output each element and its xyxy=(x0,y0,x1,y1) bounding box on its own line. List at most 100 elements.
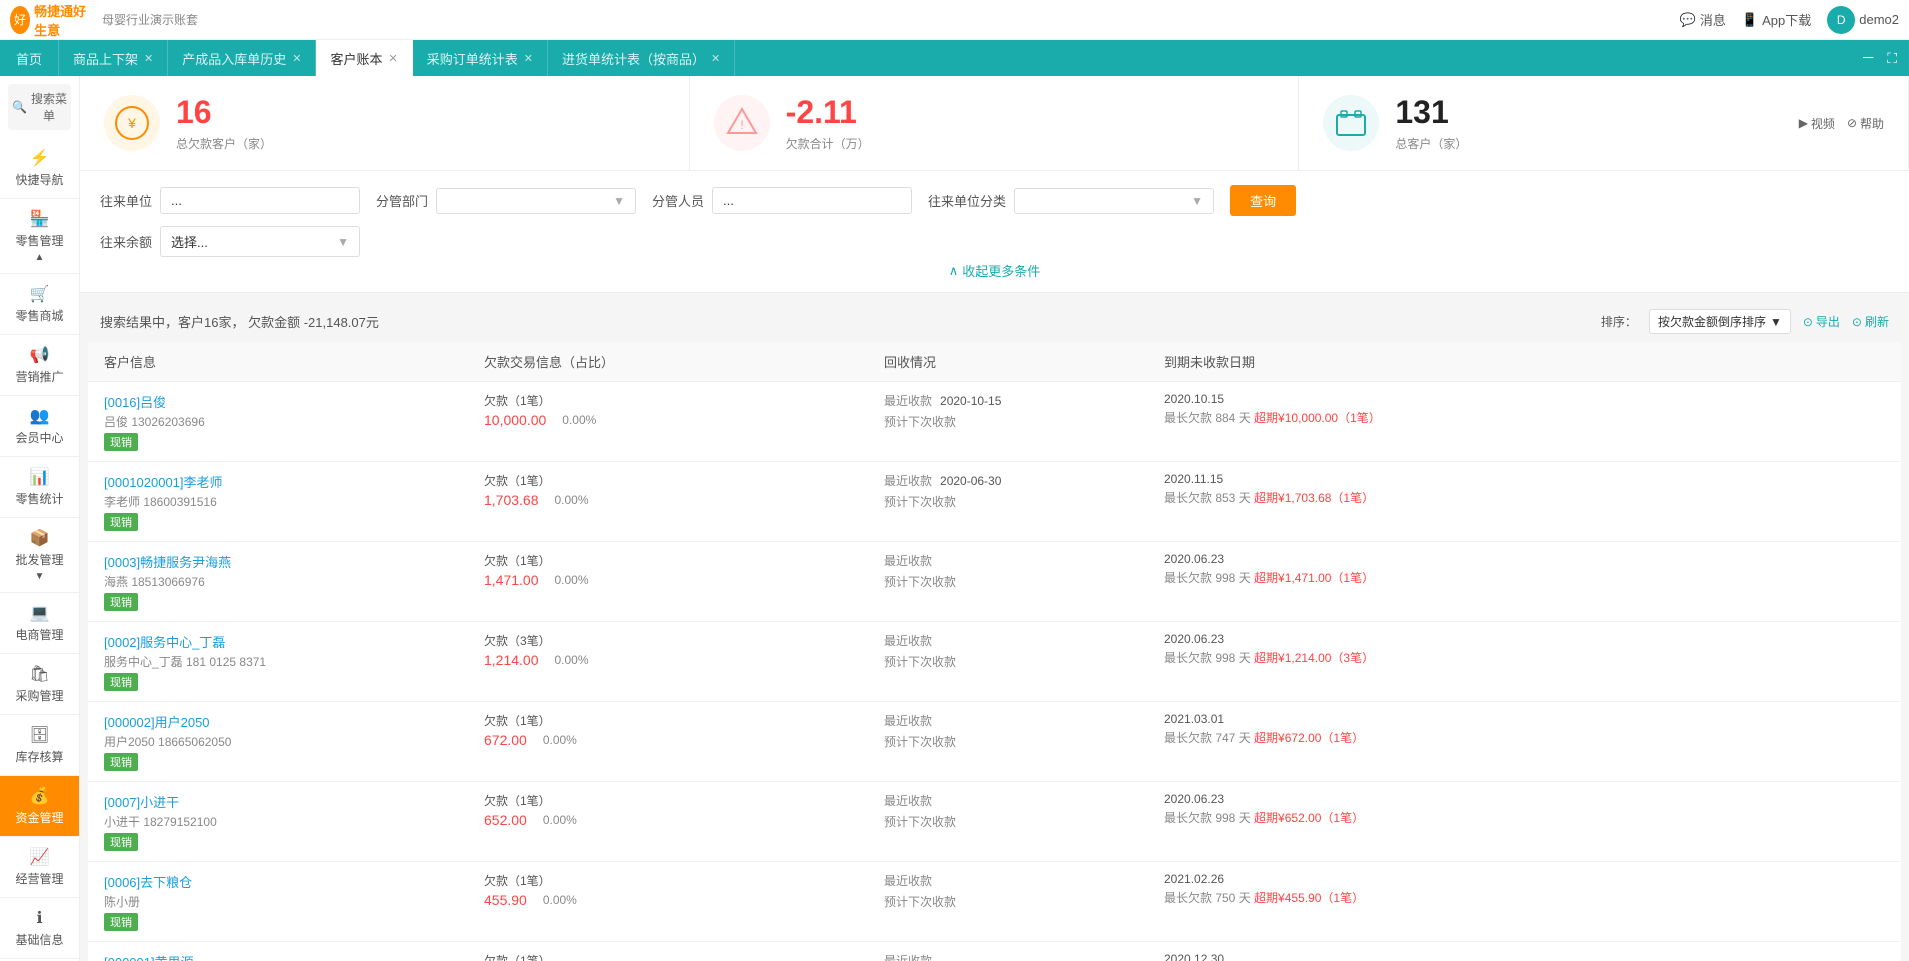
tabs-minimize[interactable]: － xyxy=(1857,46,1879,70)
stat-icon-total-customers xyxy=(1323,95,1379,151)
overdue-link-1[interactable]: 超期¥10,000.00（1笔） xyxy=(1254,411,1381,425)
filter-person-dots: ... xyxy=(723,193,734,208)
customer-phone-2: 李老师 18600391516 xyxy=(104,493,484,510)
retail-mgmt-arrow: ▲ xyxy=(35,252,45,263)
sidebar-item-purchase[interactable]: 🛍 采购管理 xyxy=(0,654,79,715)
filter-select-category[interactable]: ▼ xyxy=(1014,188,1214,214)
sidebar-item-retail-mall[interactable]: 🛒 零售商城 xyxy=(0,274,79,335)
tab-production-close[interactable]: ✕ xyxy=(292,52,301,65)
filter-input-unit[interactable]: ... xyxy=(160,187,360,214)
due-date-5: 2021.03.01 xyxy=(1164,712,1885,726)
filter-item-person: 分管人员 ... xyxy=(652,187,912,214)
main-layout: 🔍 搜索菜单 ⚡ 快捷导航 🏪 零售管理 ▲ 🛒 零售商城 📢 营销推广 xyxy=(0,76,1909,961)
filter-input-person[interactable]: ... xyxy=(712,187,912,214)
debt-amount-7: 455.90 xyxy=(484,892,527,908)
customer-phone-4: 服务中心_丁磊 181 0125 8371 xyxy=(104,653,484,670)
recovery-8: 最近收款 预计下次收款 xyxy=(884,952,1164,961)
due-6: 2020.06.23 最长欠款 998 天 超期¥652.00（1笔） xyxy=(1164,792,1885,826)
app-download-btn[interactable]: 📱 App下载 xyxy=(1742,10,1811,29)
sidebar-item-marketing[interactable]: 📢 营销推广 xyxy=(0,335,79,396)
tab-products[interactable]: 商品上下架 ✕ xyxy=(59,40,168,76)
tab-purchase-stats-close[interactable]: ✕ xyxy=(711,52,720,65)
tab-production[interactable]: 产成品入库单历史 ✕ xyxy=(168,40,316,76)
operations-icon: 📈 xyxy=(30,847,50,867)
sidebar-item-ecommerce[interactable]: 💻 电商管理 xyxy=(0,593,79,654)
customer-name-8[interactable]: [000001]黄思源 xyxy=(104,952,484,961)
sort-select[interactable]: 按欠款金额倒序排序 ▼ xyxy=(1649,309,1791,334)
overdue-link-6[interactable]: 超期¥652.00（1笔） xyxy=(1254,811,1364,825)
tab-purchase-order-close[interactable]: ✕ xyxy=(524,52,533,65)
overdue-info-6: 最长欠款 998 天 超期¥652.00（1笔） xyxy=(1164,809,1885,826)
table-row: [0006]去下粮仓 陈小册 现销 欠款（1笔） 455.90 0.00% xyxy=(88,862,1901,942)
top-bar: 好 畅捷通好生意 母婴行业演示账套 💬 消息 📱 App下载 D demo2 xyxy=(0,0,1909,40)
search-button[interactable]: 查询 xyxy=(1230,185,1296,216)
customer-name-7[interactable]: [0006]去下粮仓 xyxy=(104,872,484,891)
tabs-maximize[interactable]: ⛶ xyxy=(1883,48,1901,69)
filter-area: 往来单位 ... 分管部门 ▼ 分管人员 xyxy=(80,171,1909,293)
table-row-3: [0003]畅捷服务尹海燕 海燕 18513066976 现销 欠款（1笔） 1… xyxy=(88,542,1901,621)
debt-percent-2: 0.00% xyxy=(555,493,589,507)
filter-select-balance[interactable]: 选择... ▼ xyxy=(160,226,360,257)
debt-info-6: 欠款（1笔） 652.00 0.00% xyxy=(484,792,884,828)
th-customer-info: 客户信息 xyxy=(104,352,484,371)
tab-purchase-stats[interactable]: 进货单统计表（按商品） ✕ xyxy=(548,40,735,76)
filter-select-dept[interactable]: ▼ xyxy=(436,188,636,214)
tab-purchase-order[interactable]: 采购订单统计表 ✕ xyxy=(413,40,548,76)
sidebar-item-finance[interactable]: 💰 资金管理 xyxy=(0,776,79,837)
sidebar-item-retail-stats[interactable]: 📊 零售统计 xyxy=(0,457,79,518)
sidebar-item-retail-mgmt[interactable]: 🏪 零售管理 ▲ xyxy=(0,199,79,274)
stat-card3-actions: ▶ 视频 ⊘ 帮助 xyxy=(1799,115,1884,132)
customer-name-6[interactable]: [0007]小进干 xyxy=(104,792,484,811)
debt-row-5: 672.00 0.00% xyxy=(484,732,884,748)
tabs-bar: 首页 商品上下架 ✕ 产成品入库单历史 ✕ 客户账本 ✕ 采购订单统计表 ✕ 进… xyxy=(0,40,1909,76)
sidebar-item-inventory[interactable]: 🗄 库存核算 xyxy=(0,715,79,776)
due-2: 2020.11.15 最长欠款 853 天 超期¥1,703.68（1笔） xyxy=(1164,472,1885,506)
tab-home[interactable]: 首页 xyxy=(0,40,59,76)
customer-name-4[interactable]: [0002]服务中心_丁磊 xyxy=(104,632,484,651)
sidebar-item-marketing-label: 营销推广 xyxy=(15,368,63,385)
customer-name-3[interactable]: [0003]畅捷服务尹海燕 xyxy=(104,552,484,571)
overdue-link-3[interactable]: 超期¥1,471.00（1笔） xyxy=(1254,571,1374,585)
table-row-4: [0002]服务中心_丁磊 服务中心_丁磊 181 0125 8371 现销 欠… xyxy=(88,622,1901,701)
due-3: 2020.06.23 最长欠款 998 天 超期¥1,471.00（1笔） xyxy=(1164,552,1885,586)
tab-production-label: 产成品入库单历史 xyxy=(182,49,286,68)
customer-name-5[interactable]: [000002]用户2050 xyxy=(104,712,484,731)
customer-tag-7: 现销 xyxy=(104,913,138,931)
sidebar-item-basic-info[interactable]: ℹ 基础信息 xyxy=(0,898,79,959)
collapse-btn[interactable]: ∧ 收起更多条件 xyxy=(949,261,1041,280)
content-area: ¥ 16 总欠款客户（家） ! -2.11 欠款合计（万） xyxy=(80,76,1909,961)
filter-separator: ∧ 收起更多条件 xyxy=(100,257,1889,284)
sidebar-search-btn[interactable]: 🔍 搜索菜单 xyxy=(8,84,71,130)
help-btn[interactable]: ⊘ 帮助 xyxy=(1847,115,1884,132)
table-row: [0002]服务中心_丁磊 服务中心_丁磊 181 0125 8371 现销 欠… xyxy=(88,622,1901,702)
overdue-link-4[interactable]: 超期¥1,214.00（3笔） xyxy=(1254,651,1374,665)
overdue-link-2[interactable]: 超期¥1,703.68（1笔） xyxy=(1254,491,1374,505)
sidebar-item-member[interactable]: 👥 会员中心 xyxy=(0,396,79,457)
export-btn[interactable]: ⊙ 导出 xyxy=(1803,313,1840,330)
customer-name-1[interactable]: [0016]吕俊 xyxy=(104,392,484,411)
tab-customer-account[interactable]: 客户账本 ✕ xyxy=(316,40,412,76)
recovery-5: 最近收款 预计下次收款 xyxy=(884,712,1164,750)
table-row-1: [0016]吕俊 吕俊 13026203696 现销 欠款（1笔） 10,000… xyxy=(88,382,1901,461)
customer-phone-6: 小进干 18279152100 xyxy=(104,813,484,830)
sort-value: 按欠款金额倒序排序 xyxy=(1658,313,1766,330)
sidebar-item-operations[interactable]: 📈 经营管理 xyxy=(0,837,79,898)
customer-phone-7: 陈小册 xyxy=(104,893,484,910)
sidebar-search: 🔍 搜索菜单 xyxy=(0,76,79,138)
overdue-days-4: 最长欠款 998 天 xyxy=(1164,651,1251,665)
message-btn[interactable]: 💬 消息 xyxy=(1680,10,1726,29)
collapse-icon: ∧ xyxy=(949,263,959,279)
overdue-link-5[interactable]: 超期¥672.00（1笔） xyxy=(1254,731,1364,745)
logo-icon: 好 xyxy=(10,6,30,34)
overdue-days-7: 最长欠款 750 天 xyxy=(1164,891,1251,905)
sidebar-item-quick-nav[interactable]: ⚡ 快捷导航 xyxy=(0,138,79,199)
refresh-btn[interactable]: ⊙ 刷新 xyxy=(1852,313,1889,330)
overdue-link-7[interactable]: 超期¥455.90（1笔） xyxy=(1254,891,1364,905)
video-help-btn[interactable]: ▶ 视频 xyxy=(1799,115,1835,132)
tab-products-close[interactable]: ✕ xyxy=(144,52,153,65)
tab-customer-account-close[interactable]: ✕ xyxy=(389,52,398,65)
sidebar-item-wholesale[interactable]: 📦 批发管理 ▼ xyxy=(0,518,79,593)
customer-name-2[interactable]: [0001020001]李老师 xyxy=(104,472,484,491)
user-menu[interactable]: D demo2 xyxy=(1827,6,1899,34)
refresh-icon: ⊙ xyxy=(1852,315,1862,329)
